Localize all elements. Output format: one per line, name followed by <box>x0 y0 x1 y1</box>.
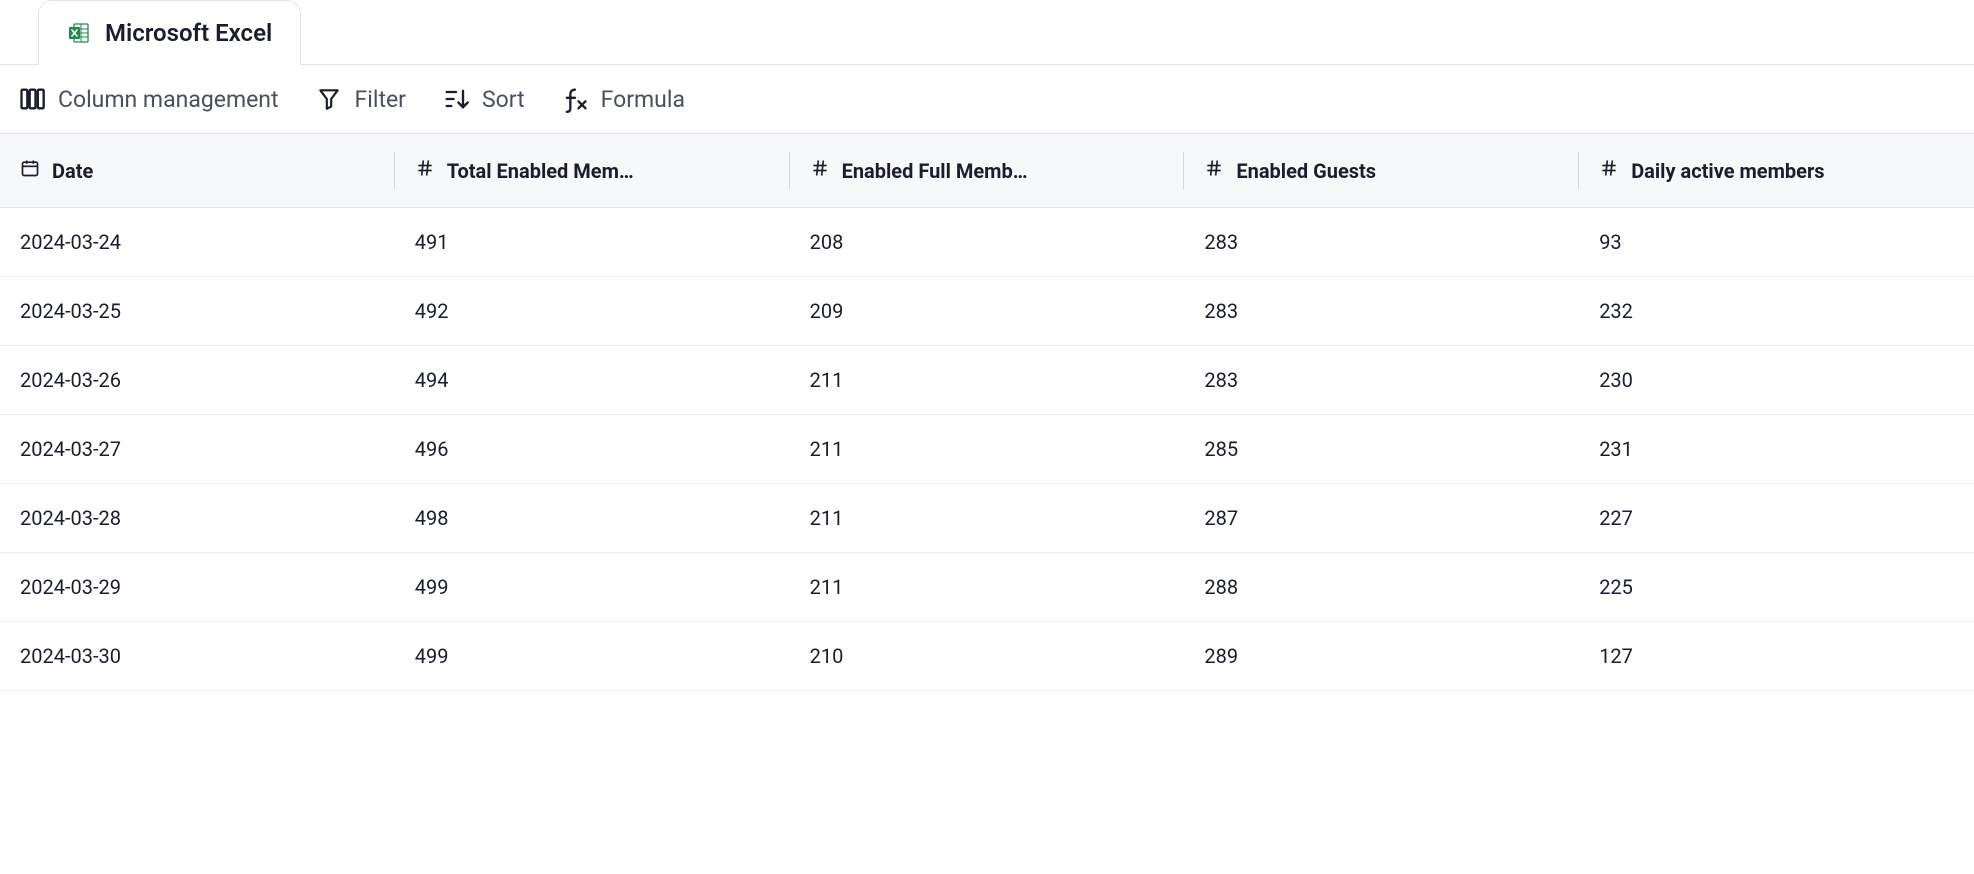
col-header-label: Date <box>52 159 93 183</box>
excel-icon <box>67 21 91 45</box>
cell-daily[interactable]: 227 <box>1579 484 1974 553</box>
cell-guests[interactable]: 283 <box>1184 346 1579 415</box>
tab-label: Microsoft Excel <box>105 19 272 47</box>
column-management-button[interactable]: Column management <box>18 85 279 113</box>
col-header-full-members[interactable]: Enabled Full Memb… <box>790 134 1185 208</box>
cell-guests[interactable]: 289 <box>1184 622 1579 691</box>
cell-daily[interactable]: 231 <box>1579 415 1974 484</box>
cell-date[interactable]: 2024-03-28 <box>0 484 395 553</box>
cell-full[interactable]: 210 <box>790 622 1185 691</box>
col-header-label: Enabled Full Memb… <box>842 159 1028 183</box>
cell-date[interactable]: 2024-03-27 <box>0 415 395 484</box>
cell-daily[interactable]: 225 <box>1579 553 1974 622</box>
filter-label: Filter <box>355 86 406 113</box>
hash-icon <box>1599 158 1619 183</box>
cell-full[interactable]: 211 <box>790 415 1185 484</box>
hash-icon <box>415 158 435 183</box>
table-header-row: Date Total Enabled Mem… <box>0 134 1974 208</box>
cell-full[interactable]: 211 <box>790 553 1185 622</box>
cell-date[interactable]: 2024-03-29 <box>0 553 395 622</box>
cell-daily[interactable]: 230 <box>1579 346 1974 415</box>
sort-button[interactable]: Sort <box>442 85 525 113</box>
cell-total[interactable]: 498 <box>395 484 790 553</box>
formula-button[interactable]: Formula <box>561 85 685 113</box>
column-management-label: Column management <box>58 86 279 113</box>
table-row[interactable]: 2024-03-28498211287227 <box>0 484 1974 553</box>
table-row[interactable]: 2024-03-29499211288225 <box>0 553 1974 622</box>
cell-daily[interactable]: 232 <box>1579 277 1974 346</box>
sort-label: Sort <box>482 86 525 113</box>
cell-daily[interactable]: 127 <box>1579 622 1974 691</box>
filter-icon <box>315 85 343 113</box>
table-row[interactable]: 2024-03-30499210289127 <box>0 622 1974 691</box>
col-header-label: Daily active members <box>1631 159 1824 183</box>
hash-icon <box>810 158 830 183</box>
cell-date[interactable]: 2024-03-30 <box>0 622 395 691</box>
calendar-icon <box>20 158 40 183</box>
col-header-guests[interactable]: Enabled Guests <box>1184 134 1579 208</box>
formula-icon <box>561 85 589 113</box>
col-header-date[interactable]: Date <box>0 134 395 208</box>
table-row[interactable]: 2024-03-25492209283232 <box>0 277 1974 346</box>
cell-full[interactable]: 211 <box>790 484 1185 553</box>
cell-guests[interactable]: 288 <box>1184 553 1579 622</box>
cell-date[interactable]: 2024-03-24 <box>0 208 395 277</box>
toolbar: Column management Filter Sort <box>0 65 1974 134</box>
data-table: Date Total Enabled Mem… <box>0 134 1974 691</box>
columns-icon <box>18 85 46 113</box>
filter-button[interactable]: Filter <box>315 85 406 113</box>
col-header-label: Enabled Guests <box>1236 159 1376 183</box>
col-header-daily-active[interactable]: Daily active members <box>1579 134 1974 208</box>
table-row[interactable]: 2024-03-2449120828393 <box>0 208 1974 277</box>
table-row[interactable]: 2024-03-26494211283230 <box>0 346 1974 415</box>
cell-date[interactable]: 2024-03-26 <box>0 346 395 415</box>
sort-icon <box>442 85 470 113</box>
cell-full[interactable]: 209 <box>790 277 1185 346</box>
cell-date[interactable]: 2024-03-25 <box>0 277 395 346</box>
cell-guests[interactable]: 283 <box>1184 277 1579 346</box>
col-header-total-enabled[interactable]: Total Enabled Mem… <box>395 134 790 208</box>
cell-daily[interactable]: 93 <box>1579 208 1974 277</box>
data-table-wrap: Date Total Enabled Mem… <box>0 134 1974 691</box>
cell-total[interactable]: 496 <box>395 415 790 484</box>
formula-label: Formula <box>601 86 685 113</box>
tab-bar: Microsoft Excel <box>0 0 1974 65</box>
cell-guests[interactable]: 285 <box>1184 415 1579 484</box>
col-header-label: Total Enabled Mem… <box>447 159 634 183</box>
cell-total[interactable]: 499 <box>395 622 790 691</box>
cell-total[interactable]: 499 <box>395 553 790 622</box>
cell-total[interactable]: 492 <box>395 277 790 346</box>
cell-total[interactable]: 494 <box>395 346 790 415</box>
tab-microsoft-excel[interactable]: Microsoft Excel <box>38 0 301 65</box>
cell-guests[interactable]: 287 <box>1184 484 1579 553</box>
cell-full[interactable]: 211 <box>790 346 1185 415</box>
cell-guests[interactable]: 283 <box>1184 208 1579 277</box>
cell-full[interactable]: 208 <box>790 208 1185 277</box>
table-row[interactable]: 2024-03-27496211285231 <box>0 415 1974 484</box>
hash-icon <box>1204 158 1224 183</box>
cell-total[interactable]: 491 <box>395 208 790 277</box>
table-body: 2024-03-24491208283932024-03-25492209283… <box>0 208 1974 691</box>
